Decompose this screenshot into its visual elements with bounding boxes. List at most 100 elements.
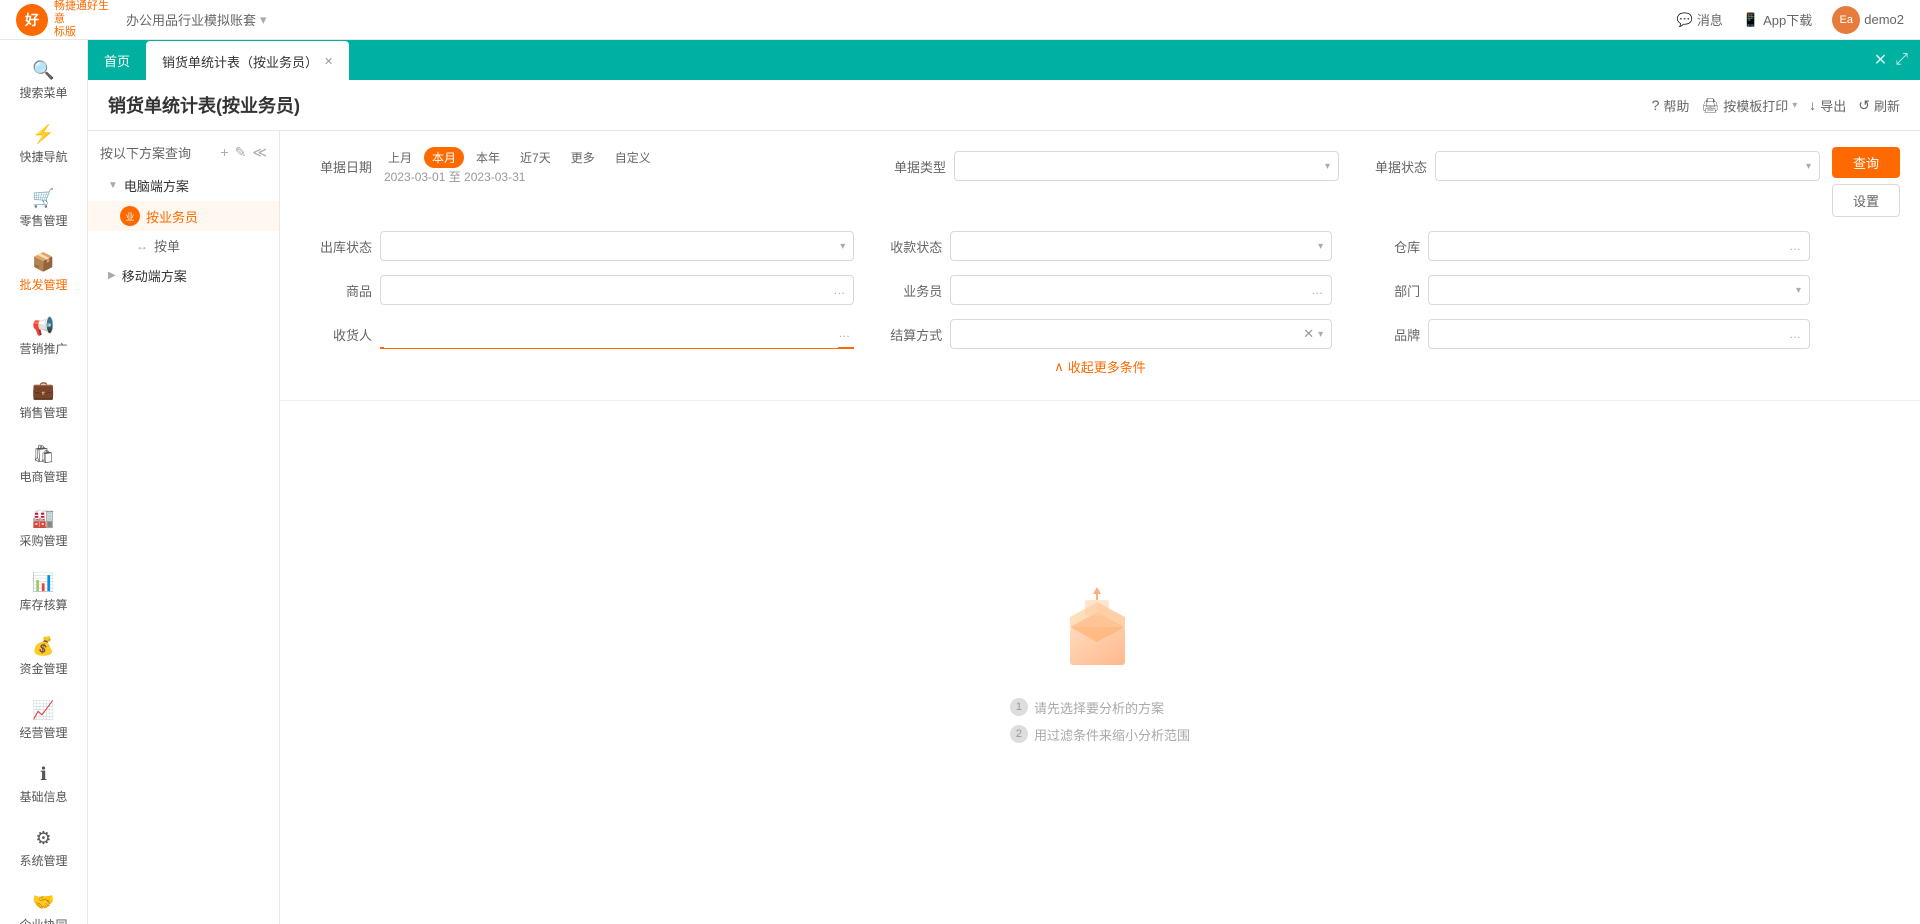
salesperson-select[interactable]: … (950, 275, 1332, 305)
tree-sub-by-salesperson[interactable]: 业 按业务员 (88, 201, 279, 231)
tab-close-icon[interactable]: ✕ (324, 55, 333, 68)
refresh-button[interactable]: ↺ 刷新 (1858, 96, 1900, 115)
operations-icon: 📈 (4, 698, 83, 723)
sidebar-item-enterprise[interactable]: 🤝 企业协同 (0, 880, 87, 924)
date-last-month[interactable]: 上月 (380, 147, 420, 168)
settle-label: 结算方式 (870, 325, 942, 344)
add-scheme-icon[interactable]: + (220, 144, 228, 161)
sidebar-item-purchase[interactable]: 🏭 采购管理 (0, 496, 87, 560)
sidebar-item-ecommerce[interactable]: 🛍 电商管理 (0, 432, 87, 496)
left-panel-icons: + ✎ ≪ (220, 144, 267, 161)
page-title: 销货单统计表(按业务员) (108, 92, 300, 130)
brand-more-icon: … (1789, 327, 1801, 341)
goods-select[interactable]: … (380, 275, 854, 305)
page-header-actions: ? 帮助 🖨 按模板打印 ▾ ↓ 导出 ↺ (1652, 96, 1900, 127)
sidebar-item-search-menu[interactable]: 🔍 搜索菜单 (0, 48, 87, 112)
sidebar-item-inventory[interactable]: 📊 库存核算 (0, 560, 87, 624)
logo: 好 畅捷通好生意 标版 (16, 0, 114, 39)
warehouse-label: 仓库 (1348, 237, 1420, 256)
close-window-icon[interactable]: ✕ (1874, 50, 1887, 70)
sidebar: 🔍 搜索菜单 ⚡ 快捷导航 🛒 零售管理 📦 批发管理 📢 营销推广 💼 (0, 40, 88, 924)
sidebar-item-quick-nav[interactable]: ⚡ 快捷导航 (0, 112, 87, 176)
download-icon: 📱 (1743, 12, 1759, 28)
brand-select[interactable]: … (1428, 319, 1810, 349)
maximize-icon[interactable]: ⤢ (1895, 51, 1908, 69)
sidebar-item-sales[interactable]: 💼 销售管理 (0, 368, 87, 432)
sidebar-item-finance[interactable]: 💰 资金管理 (0, 624, 87, 688)
settle-clear-icon[interactable]: ✕ (1303, 326, 1314, 342)
settings-button[interactable]: 设置 (1832, 184, 1900, 217)
print-dropdown-icon: ▾ (1792, 100, 1797, 111)
collapse-panel-icon[interactable]: ≪ (252, 144, 267, 161)
sidebar-item-basic[interactable]: ℹ 基础信息 (0, 752, 87, 816)
sidebar-item-operations[interactable]: 📈 经营管理 (0, 688, 87, 752)
export-button[interactable]: ↓ 导出 (1809, 96, 1846, 115)
app-download-action[interactable]: 📱 App下载 (1743, 10, 1812, 29)
tab-sales-stat[interactable]: 销货单统计表（按业务员） ✕ (146, 41, 349, 81)
enterprise-icon: 🤝 (4, 890, 83, 915)
warehouse-select[interactable]: … (1428, 231, 1810, 261)
sidebar-item-retail[interactable]: 🛒 零售管理 (0, 176, 87, 240)
doc-type-select[interactable]: ▾ (954, 151, 1339, 181)
out-status-label: 出库状态 (300, 237, 372, 256)
empty-state: 1 请先选择要分析的方案 2 用过滤条件来缩小分析范围 (280, 401, 1920, 924)
top-bar-title: 办公用品行业模拟账套 ▾ (126, 10, 267, 29)
receive-status-select[interactable]: ▾ (950, 231, 1332, 261)
date-range-text: 2023-03-01 至 2023-03-31 (384, 168, 858, 185)
date-this-year[interactable]: 本年 (468, 147, 508, 168)
dept-arrow-icon: ▾ (1796, 285, 1801, 296)
out-status-select[interactable]: ▾ (380, 231, 854, 261)
quick-nav-icon: ⚡ (4, 122, 83, 147)
message-action[interactable]: 💬 消息 (1677, 10, 1723, 29)
mobile-expand-icon: ▶ (108, 270, 116, 281)
collapse-up-icon: ∧ (1054, 359, 1064, 375)
refresh-icon: ↺ (1858, 97, 1870, 114)
help-button[interactable]: ? 帮助 (1652, 96, 1690, 115)
date-label: 单据日期 (300, 157, 372, 176)
tab-home[interactable]: 首页 (88, 40, 146, 80)
date-more[interactable]: 更多 (563, 147, 603, 168)
consignee-input[interactable] (384, 318, 838, 348)
order-scheme-icon: ↔ (136, 239, 148, 253)
empty-hint-2: 2 用过滤条件来缩小分析范围 (1010, 725, 1190, 744)
consignee-more-icon: … (838, 326, 850, 340)
date-last-7[interactable]: 近7天 (512, 147, 559, 168)
date-this-month[interactable]: 本月 (424, 147, 464, 168)
basic-icon: ℹ (4, 762, 83, 787)
avatar: Ea (1832, 6, 1860, 34)
dept-select[interactable]: ▾ (1428, 275, 1810, 305)
ecommerce-icon: 🛍 (4, 442, 83, 467)
logo-icon: 好 (16, 4, 48, 36)
filter-section: 单据日期 上月 本月 本年 近7天 更多 (280, 131, 1920, 401)
date-custom[interactable]: 自定义 (607, 147, 659, 168)
sidebar-item-marketing[interactable]: 📢 营销推广 (0, 304, 87, 368)
doc-status-label: 单据状态 (1355, 157, 1427, 176)
query-button[interactable]: 查询 (1832, 147, 1900, 178)
message-icon: 💬 (1677, 12, 1693, 28)
tree-sub-by-order[interactable]: ↔ 按单 (88, 231, 279, 260)
right-panel: 单据日期 上月 本月 本年 近7天 更多 (280, 131, 1920, 924)
print-button[interactable]: 🖨 按模板打印 ▾ (1701, 96, 1797, 115)
settle-select[interactable]: ✕ ▾ (950, 319, 1332, 349)
doc-status-select[interactable]: ▾ (1435, 151, 1820, 181)
sidebar-item-wholesale[interactable]: 📦 批发管理 (0, 240, 87, 304)
empty-hint-1: 1 请先选择要分析的方案 (1010, 698, 1190, 717)
out-status-arrow-icon: ▾ (840, 241, 845, 252)
tree-item-mobile[interactable]: ▶ 移动端方案 (88, 260, 279, 291)
tab-bar: 首页 销货单统计表（按业务员） ✕ ✕ ⤢ (88, 40, 1920, 80)
doc-type-arrow-icon: ▾ (1325, 161, 1330, 172)
doc-status-arrow-icon: ▾ (1806, 161, 1811, 172)
finance-icon: 💰 (4, 634, 83, 659)
brand-label: 品牌 (1348, 325, 1420, 344)
tree-item-pc[interactable]: ▼ 电脑端方案 (88, 170, 279, 201)
help-icon: ? (1652, 97, 1660, 113)
sidebar-item-system[interactable]: ⚙ 系统管理 (0, 816, 87, 880)
doc-type-label: 单据类型 (874, 157, 946, 176)
edit-scheme-icon[interactable]: ✎ (235, 144, 247, 161)
user-action[interactable]: Ea demo2 (1832, 6, 1904, 34)
sales-icon: 💼 (4, 378, 83, 403)
left-panel: 按以下方案查询 + ✎ ≪ ▼ 电脑端方案 (88, 131, 280, 924)
collapse-bar[interactable]: ∧ 收起更多条件 (300, 349, 1900, 384)
dropdown-icon[interactable]: ▾ (260, 12, 267, 28)
print-icon: 🖨 (1701, 97, 1719, 114)
